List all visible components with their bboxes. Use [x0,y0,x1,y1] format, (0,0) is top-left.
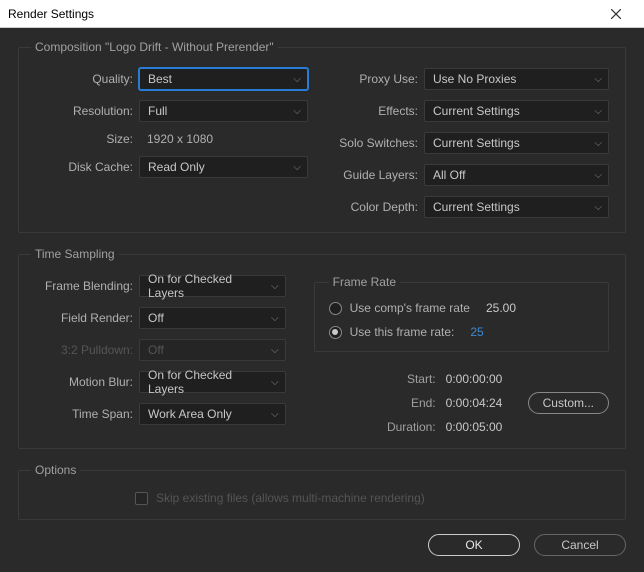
quality-label: Quality: [35,72,133,86]
comp-framerate-row[interactable]: Use comp's frame rate 25.00 [329,301,594,315]
effects-label: Effects: [336,104,418,118]
frameblend-label: Frame Blending: [35,279,133,293]
solo-value: Current Settings [433,136,520,150]
chevron-down-icon: ⌵ [271,377,279,388]
timespan-label: Time Span: [35,407,133,421]
this-framerate-row[interactable]: Use this frame rate: 25 [329,325,594,339]
options-legend: Options [31,463,80,477]
cancel-button[interactable]: Cancel [534,534,626,556]
resolution-label: Resolution: [35,104,133,118]
pulldown-dropdown: Off ⌵ [139,339,286,361]
chevron-down-icon: ⌵ [594,170,602,181]
chevron-down-icon: ⌵ [271,281,279,292]
quality-dropdown[interactable]: Best ⌵ [139,68,308,90]
frameblend-value: On for Checked Layers [148,272,271,300]
duration-label: Duration: [314,420,436,434]
radio-checked-icon [329,326,342,339]
chevron-down-icon: ⌵ [271,345,279,356]
chevron-down-icon: ⌵ [594,202,602,213]
window-title: Render Settings [8,7,94,21]
end-value: 0:00:04:24 [446,396,518,410]
chevron-down-icon: ⌵ [293,106,301,117]
this-framerate-input[interactable]: 25 [470,325,483,339]
checkbox-icon [135,492,148,505]
ok-button[interactable]: OK [428,534,520,556]
diskcache-value: Read Only [148,160,205,174]
chevron-down-icon: ⌵ [594,74,602,85]
fieldrender-label: Field Render: [35,311,133,325]
start-label: Start: [314,372,436,386]
guide-label: Guide Layers: [336,168,418,182]
pulldown-label: 3:2 Pulldown: [35,343,133,357]
options-group: Options Skip existing files (allows mult… [18,463,626,520]
depth-dropdown[interactable]: Current Settings ⌵ [424,196,609,218]
dialog-content: Composition "Logo Drift - Without Preren… [0,28,644,571]
solo-dropdown[interactable]: Current Settings ⌵ [424,132,609,154]
size-value: 1920 x 1080 [139,132,308,146]
chevron-down-icon: ⌵ [271,409,279,420]
start-value: 0:00:00:00 [446,372,518,386]
diskcache-dropdown[interactable]: Read Only ⌵ [139,156,308,178]
framerate-legend: Frame Rate [329,275,400,289]
chevron-down-icon: ⌵ [594,106,602,117]
fieldrender-dropdown[interactable]: Off ⌵ [139,307,286,329]
pulldown-value: Off [148,343,164,357]
composition-legend: Composition "Logo Drift - Without Preren… [31,40,278,54]
titlebar: Render Settings [0,0,644,28]
timesampling-legend: Time Sampling [31,247,119,261]
quality-value: Best [148,72,172,86]
framerate-subgroup: Frame Rate Use comp's frame rate 25.00 U… [314,275,609,352]
close-button[interactable] [596,1,636,27]
chevron-down-icon: ⌵ [271,313,279,324]
motionblur-label: Motion Blur: [35,375,133,389]
frameblend-dropdown[interactable]: On for Checked Layers ⌵ [139,275,286,297]
diskcache-label: Disk Cache: [35,160,133,174]
guide-dropdown[interactable]: All Off ⌵ [424,164,609,186]
chevron-down-icon: ⌵ [293,74,301,85]
solo-label: Solo Switches: [336,136,418,150]
skip-existing-row: Skip existing files (allows multi-machin… [135,491,609,505]
effects-value: Current Settings [433,104,520,118]
proxy-label: Proxy Use: [336,72,418,86]
resolution-value: Full [148,104,167,118]
depth-value: Current Settings [433,200,520,214]
radio-icon [329,302,342,315]
custom-button[interactable]: Custom... [528,392,609,414]
depth-label: Color Depth: [336,200,418,214]
chevron-down-icon: ⌵ [594,138,602,149]
timespan-value: Work Area Only [148,407,232,421]
composition-group: Composition "Logo Drift - Without Preren… [18,40,626,233]
timespan-dropdown[interactable]: Work Area Only ⌵ [139,403,286,425]
end-label: End: [314,396,436,410]
proxy-value: Use No Proxies [433,72,516,86]
size-label: Size: [35,132,133,146]
resolution-dropdown[interactable]: Full ⌵ [139,100,308,122]
motionblur-dropdown[interactable]: On for Checked Layers ⌵ [139,371,286,393]
timesampling-group: Time Sampling Frame Blending: On for Che… [18,247,626,449]
fieldrender-value: Off [148,311,164,325]
chevron-down-icon: ⌵ [293,162,301,173]
timing-block: Start: 0:00:00:00 End: 0:00:04:24 Custom… [314,372,609,434]
this-framerate-label: Use this frame rate: [350,325,455,339]
duration-value: 0:00:05:00 [446,420,518,434]
comp-framerate-value: 25.00 [486,301,516,315]
comp-framerate-label: Use comp's frame rate [350,301,470,315]
skip-existing-label: Skip existing files (allows multi-machin… [156,491,425,505]
dialog-buttons: OK Cancel [18,534,626,572]
close-icon [611,9,621,19]
effects-dropdown[interactable]: Current Settings ⌵ [424,100,609,122]
guide-value: All Off [433,168,465,182]
motionblur-value: On for Checked Layers [148,368,271,396]
proxy-dropdown[interactable]: Use No Proxies ⌵ [424,68,609,90]
